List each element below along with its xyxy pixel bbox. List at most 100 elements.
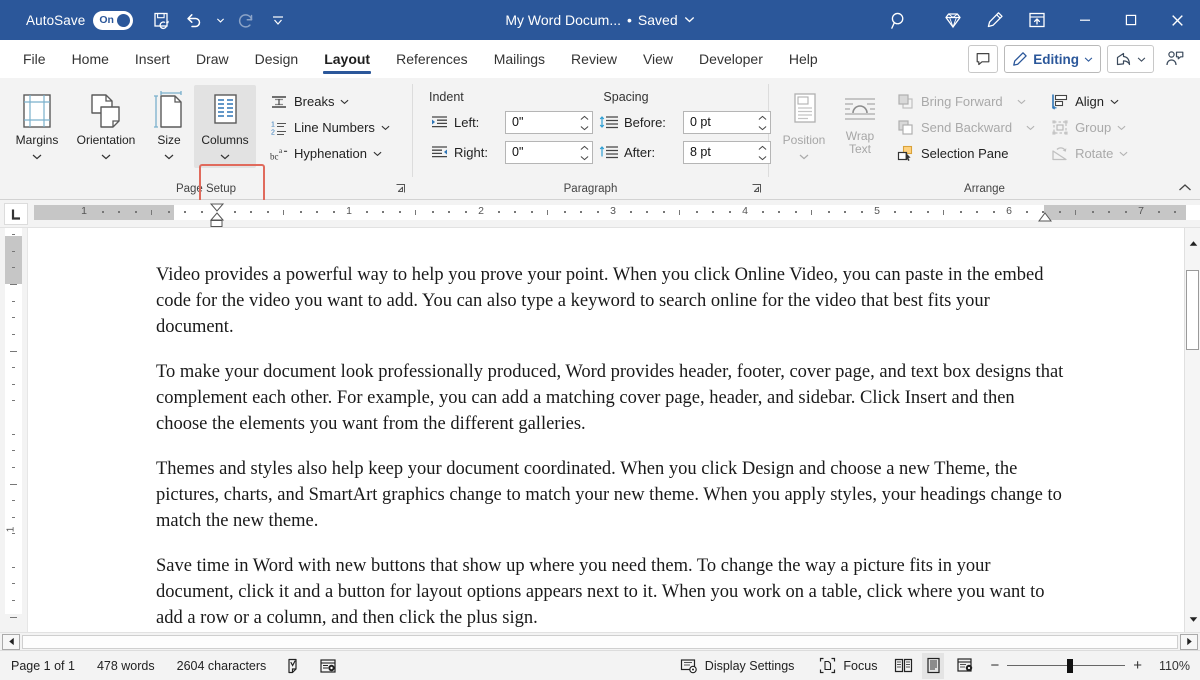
- tab-home[interactable]: Home: [59, 40, 122, 78]
- vertical-scroll-thumb[interactable]: [1186, 270, 1199, 350]
- zoom-in-button[interactable]: +: [1133, 657, 1142, 674]
- proofing-status-button[interactable]: [277, 653, 311, 679]
- character-count[interactable]: 2604 characters: [166, 653, 278, 679]
- spacing-before-stepper[interactable]: [758, 113, 767, 134]
- save-button[interactable]: [147, 6, 177, 34]
- search-button[interactable]: [864, 10, 934, 31]
- accessibility-checker-button[interactable]: [311, 653, 345, 679]
- copilot-button[interactable]: [934, 5, 972, 35]
- undo-button[interactable]: [179, 6, 209, 34]
- redo-button[interactable]: [231, 6, 261, 34]
- indent-right-input[interactable]: 0": [505, 141, 593, 164]
- zoom-percentage[interactable]: 110%: [1150, 659, 1190, 673]
- comments-button[interactable]: [968, 45, 998, 73]
- group-button[interactable]: Group: [1045, 115, 1134, 140]
- tab-layout[interactable]: Layout: [311, 40, 383, 78]
- draw-pen-button[interactable]: [976, 5, 1014, 35]
- scroll-down-button[interactable]: [1185, 610, 1200, 628]
- spacing-after-input[interactable]: 8 pt: [683, 141, 771, 164]
- document-paragraph-3[interactable]: Themes and styles also help keep your do…: [156, 456, 1066, 534]
- display-settings-button[interactable]: Display Settings: [667, 653, 806, 679]
- collapse-ribbon-button[interactable]: [1178, 181, 1192, 195]
- indent-left-input[interactable]: 0": [505, 111, 593, 134]
- read-mode-button[interactable]: [888, 653, 918, 679]
- tab-insert[interactable]: Insert: [122, 40, 183, 78]
- margins-chevron[interactable]: [32, 148, 42, 166]
- send-backward-button[interactable]: Send Backward: [891, 115, 1041, 140]
- close-button[interactable]: [1154, 0, 1200, 40]
- zoom-slider[interactable]: [1007, 659, 1125, 673]
- margins-button[interactable]: Margins: [6, 85, 68, 168]
- orientation-button[interactable]: Orientation: [68, 85, 144, 168]
- vertical-ruler-tick: [12, 500, 15, 501]
- autosave-toggle[interactable]: On: [93, 11, 133, 30]
- page-indicator[interactable]: Page 1 of 1: [0, 653, 86, 679]
- horizontal-ruler[interactable]: 1 1 2 3 4 5 6 7: [34, 203, 1200, 225]
- paragraph-dialog-launcher[interactable]: [750, 182, 764, 196]
- columns-chevron[interactable]: [220, 148, 230, 166]
- page-setup-dialog-launcher[interactable]: [394, 182, 408, 196]
- size-chevron[interactable]: [164, 148, 174, 166]
- title-dropdown-chevron[interactable]: [684, 12, 695, 28]
- indent-left-stepper[interactable]: [580, 113, 589, 134]
- scroll-left-button[interactable]: [2, 634, 20, 650]
- editing-mode-button[interactable]: Editing: [1004, 45, 1101, 73]
- document-paragraph-2[interactable]: To make your document look professionall…: [156, 359, 1066, 437]
- print-layout-button[interactable]: [918, 653, 948, 679]
- tab-help[interactable]: Help: [776, 40, 831, 78]
- wrap-text-button[interactable]: Wrap Text: [833, 85, 887, 158]
- undo-dropdown[interactable]: [211, 6, 229, 34]
- bring-forward-button[interactable]: Bring Forward: [891, 89, 1041, 114]
- document-page[interactable]: Video provides a powerful way to help yo…: [28, 228, 1184, 632]
- ribbon-display-options-button[interactable]: [1018, 5, 1056, 35]
- maximize-button[interactable]: [1108, 0, 1154, 40]
- vertical-ruler[interactable]: 1 2: [0, 228, 28, 632]
- focus-button[interactable]: Focus: [805, 653, 888, 679]
- horizontal-scroll-track[interactable]: [22, 635, 1178, 649]
- tab-file[interactable]: File: [10, 40, 59, 78]
- share-button[interactable]: [1107, 45, 1154, 73]
- right-indent-marker-icon[interactable]: [1037, 212, 1053, 222]
- autosave-control[interactable]: AutoSave On: [26, 11, 133, 30]
- spacing-before-input[interactable]: 0 pt: [683, 111, 771, 134]
- orientation-chevron[interactable]: [101, 148, 111, 166]
- rotate-button[interactable]: Rotate: [1045, 141, 1134, 166]
- word-count[interactable]: 478 words: [86, 653, 166, 679]
- position-button[interactable]: Position: [775, 85, 833, 168]
- document-title[interactable]: My Word Docum...: [505, 12, 621, 28]
- scroll-up-button[interactable]: [1185, 234, 1200, 252]
- tab-design[interactable]: Design: [242, 40, 312, 78]
- spacing-after-stepper[interactable]: [758, 143, 767, 164]
- scroll-right-button[interactable]: [1180, 634, 1198, 650]
- position-chevron[interactable]: [799, 148, 809, 166]
- tab-draw[interactable]: Draw: [183, 40, 242, 78]
- zoom-out-button[interactable]: −: [990, 657, 999, 674]
- tab-stop-selector[interactable]: [4, 203, 28, 225]
- indent-right-stepper[interactable]: [580, 143, 589, 164]
- web-layout-button[interactable]: [948, 653, 982, 679]
- columns-button[interactable]: Columns: [194, 85, 256, 168]
- left-indent-box-icon[interactable]: [210, 220, 224, 228]
- document-paragraph-1[interactable]: Video provides a powerful way to help yo…: [156, 262, 1066, 340]
- selection-pane-button[interactable]: Selection Pane: [891, 141, 1041, 166]
- zoom-control[interactable]: − +: [982, 657, 1150, 674]
- tab-view[interactable]: View: [630, 40, 686, 78]
- breaks-label: Breaks: [294, 94, 334, 109]
- line-numbers-button[interactable]: 1 2 Line Numbers: [264, 115, 396, 140]
- document-paragraph-4[interactable]: Save time in Word with new buttons that …: [156, 553, 1066, 631]
- size-button[interactable]: Size: [144, 85, 194, 168]
- hyphenation-button[interactable]: bc a Hyphenation: [264, 141, 396, 166]
- tab-mailings[interactable]: Mailings: [481, 40, 558, 78]
- minimize-button[interactable]: [1062, 0, 1108, 40]
- zoom-slider-thumb[interactable]: [1067, 659, 1073, 673]
- customize-qat-button[interactable]: [263, 6, 293, 34]
- breaks-button[interactable]: Breaks: [264, 89, 396, 114]
- tab-references[interactable]: References: [383, 40, 481, 78]
- share-with-people-button[interactable]: [1160, 45, 1190, 73]
- vertical-scrollbar[interactable]: [1184, 228, 1200, 632]
- align-button[interactable]: Align: [1045, 89, 1134, 114]
- save-status[interactable]: Saved: [638, 12, 678, 28]
- horizontal-scrollbar[interactable]: [0, 632, 1200, 650]
- tab-developer[interactable]: Developer: [686, 40, 776, 78]
- tab-review[interactable]: Review: [558, 40, 630, 78]
